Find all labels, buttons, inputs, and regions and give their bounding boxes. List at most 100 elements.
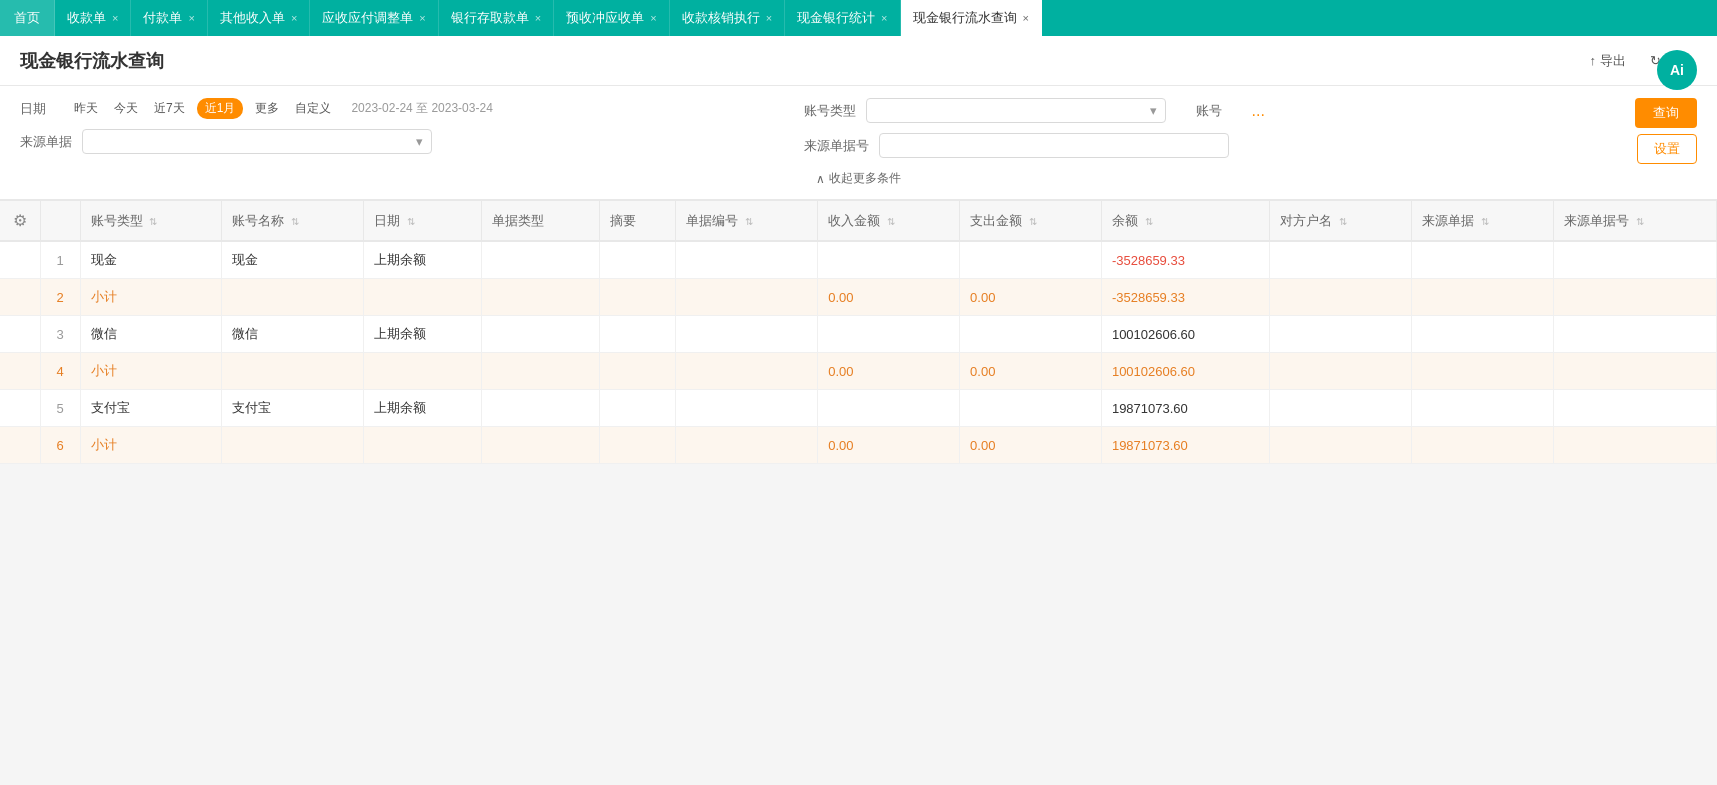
filter-right-column: 查询 设置 [1567, 98, 1697, 164]
col-settings[interactable]: ⚙ [0, 201, 40, 242]
source-filter-group: 来源单据 ▾ [20, 129, 764, 154]
col-voucher-type[interactable]: 单据类型 [482, 201, 600, 242]
nav-home[interactable]: 首页 [0, 0, 55, 36]
cell-income-4 [818, 390, 960, 427]
col-balance[interactable]: 余额 ⇅ [1101, 201, 1270, 242]
col-date[interactable]: 日期 ⇅ [364, 201, 482, 242]
close-ar-ap-icon[interactable]: × [419, 12, 425, 24]
account-type-label: 账号类型 [804, 102, 856, 120]
query-button[interactable]: 查询 [1635, 98, 1697, 128]
sort-account-name-icon: ⇅ [291, 216, 299, 227]
cell-settings-2 [0, 316, 40, 353]
col-account-type-label: 账号类型 [91, 213, 143, 228]
nav-prepayment[interactable]: 预收冲应收单 × [554, 0, 669, 36]
cell-summary-5 [600, 427, 676, 464]
col-summary-label: 摘要 [610, 213, 636, 228]
cell-row-num-1: 2 [40, 279, 80, 316]
collapse-up-icon: ∧ [816, 172, 825, 186]
nav-payment[interactable]: 付款单 × [131, 0, 207, 36]
cell-voucher-number-5 [676, 427, 818, 464]
cell-summary-1 [600, 279, 676, 316]
col-source-voucher-label: 来源单据 [1422, 213, 1474, 228]
close-receipt-icon[interactable]: × [112, 12, 118, 24]
page-header: 现金银行流水查询 ↑ 导出 ↻ 刷新 [0, 36, 1717, 86]
table-row[interactable]: 5 支付宝 支付宝 上期余额 19871073.60 [0, 390, 1717, 427]
source-voucher-num-input[interactable] [879, 133, 1229, 158]
cell-expense-3: 0.00 [960, 353, 1102, 390]
sort-counterpart-icon: ⇅ [1339, 216, 1347, 227]
nav-ar-ap-adjust[interactable]: 应收应付调整单 × [310, 0, 438, 36]
nav-receivable-writeoff-label: 收款核销执行 [682, 9, 760, 27]
nav-receipt[interactable]: 收款单 × [55, 0, 131, 36]
table-settings-icon[interactable]: ⚙ [13, 212, 27, 229]
col-expense[interactable]: 支出金额 ⇅ [960, 201, 1102, 242]
cell-counterpart-2 [1270, 316, 1412, 353]
collapse-button[interactable]: ∧ 收起更多条件 [816, 170, 901, 187]
close-bank-deposit-icon[interactable]: × [535, 12, 541, 24]
nav-prepayment-label: 预收冲应收单 [566, 9, 644, 27]
account-label: 账号 [1196, 102, 1236, 120]
nav-bank-stats[interactable]: 现金银行统计 × [785, 0, 900, 36]
col-source-voucher[interactable]: 来源单据 ⇅ [1412, 201, 1554, 242]
table-body: 1 现金 现金 上期余额 -3528659.33 2 小计 0.00 0.00 … [0, 241, 1717, 464]
cell-date-0: 上期余额 [364, 241, 482, 279]
sort-voucher-number-icon: ⇅ [745, 216, 753, 227]
date-btn-custom[interactable]: 自定义 [291, 99, 335, 118]
date-btn-more[interactable]: 更多 [251, 99, 283, 118]
sort-income-icon: ⇅ [887, 216, 895, 227]
close-writeoff-icon[interactable]: × [766, 12, 772, 24]
col-account-name-label: 账号名称 [232, 213, 284, 228]
table-row[interactable]: 2 小计 0.00 0.00 -3528659.33 [0, 279, 1717, 316]
source-voucher-select[interactable]: ▾ [82, 129, 432, 154]
nav-other-income[interactable]: 其他收入单 × [208, 0, 310, 36]
date-filter-group: 日期 昨天 今天 近7天 近1月 更多 自定义 2023-02-24 至 202… [20, 98, 764, 119]
cell-source-voucher-0 [1412, 241, 1554, 279]
sort-account-type-icon: ⇅ [149, 216, 157, 227]
nav-bank-flow[interactable]: 现金银行流水查询 × [901, 0, 1042, 36]
cell-voucher-number-0 [676, 241, 818, 279]
close-other-income-icon[interactable]: × [291, 12, 297, 24]
source-voucher-caret-icon: ▾ [416, 134, 423, 149]
cell-income-2 [818, 316, 960, 353]
settings-button[interactable]: 设置 [1637, 134, 1697, 164]
export-button[interactable]: ↑ 导出 [1584, 48, 1633, 74]
col-counterpart[interactable]: 对方户名 ⇅ [1270, 201, 1412, 242]
cell-date-1 [364, 279, 482, 316]
nav-bank-deposit[interactable]: 银行存取款单 × [439, 0, 554, 36]
col-source-voucher-num[interactable]: 来源单据号 ⇅ [1554, 201, 1717, 242]
date-btn-7days[interactable]: 近7天 [150, 99, 189, 118]
date-btn-1month[interactable]: 近1月 [197, 98, 244, 119]
cell-row-num-5: 6 [40, 427, 80, 464]
close-prepayment-icon[interactable]: × [650, 12, 656, 24]
cell-counterpart-3 [1270, 353, 1412, 390]
cell-source-voucher-num-4 [1554, 390, 1717, 427]
cell-source-voucher-4 [1412, 390, 1554, 427]
page-title: 现金银行流水查询 [20, 49, 164, 73]
table-row[interactable]: 3 微信 微信 上期余额 100102606.60 [0, 316, 1717, 353]
cell-account-type-5: 小计 [80, 427, 222, 464]
cell-counterpart-1 [1270, 279, 1412, 316]
date-btn-today[interactable]: 今天 [110, 99, 142, 118]
account-dots-button[interactable]: ... [1246, 102, 1271, 120]
close-bank-stats-icon[interactable]: × [881, 12, 887, 24]
cell-balance-2: 100102606.60 [1101, 316, 1270, 353]
cell-source-voucher-1 [1412, 279, 1554, 316]
nav-receivable-writeoff[interactable]: 收款核销执行 × [670, 0, 785, 36]
table-row[interactable]: 4 小计 0.00 0.00 100102606.60 [0, 353, 1717, 390]
cell-expense-4 [960, 390, 1102, 427]
table-row[interactable]: 6 小计 0.00 0.00 19871073.60 [0, 427, 1717, 464]
col-date-label: 日期 [374, 213, 400, 228]
close-payment-icon[interactable]: × [188, 12, 194, 24]
table-row[interactable]: 1 现金 现金 上期余额 -3528659.33 [0, 241, 1717, 279]
col-voucher-number[interactable]: 单据编号 ⇅ [676, 201, 818, 242]
date-btn-yesterday[interactable]: 昨天 [70, 99, 102, 118]
source-voucher-num-group: 来源单据号 [804, 133, 1548, 158]
col-income[interactable]: 收入金额 ⇅ [818, 201, 960, 242]
col-account-type[interactable]: 账号类型 ⇅ [80, 201, 222, 242]
account-type-filter-group: 账号类型 ▾ 账号 ... [804, 98, 1548, 123]
col-account-name[interactable]: 账号名称 ⇅ [222, 201, 364, 242]
ai-assistant-button[interactable]: Ai [1657, 50, 1697, 90]
cell-counterpart-5 [1270, 427, 1412, 464]
close-bank-flow-icon[interactable]: × [1023, 12, 1029, 24]
account-type-select[interactable]: ▾ [866, 98, 1166, 123]
